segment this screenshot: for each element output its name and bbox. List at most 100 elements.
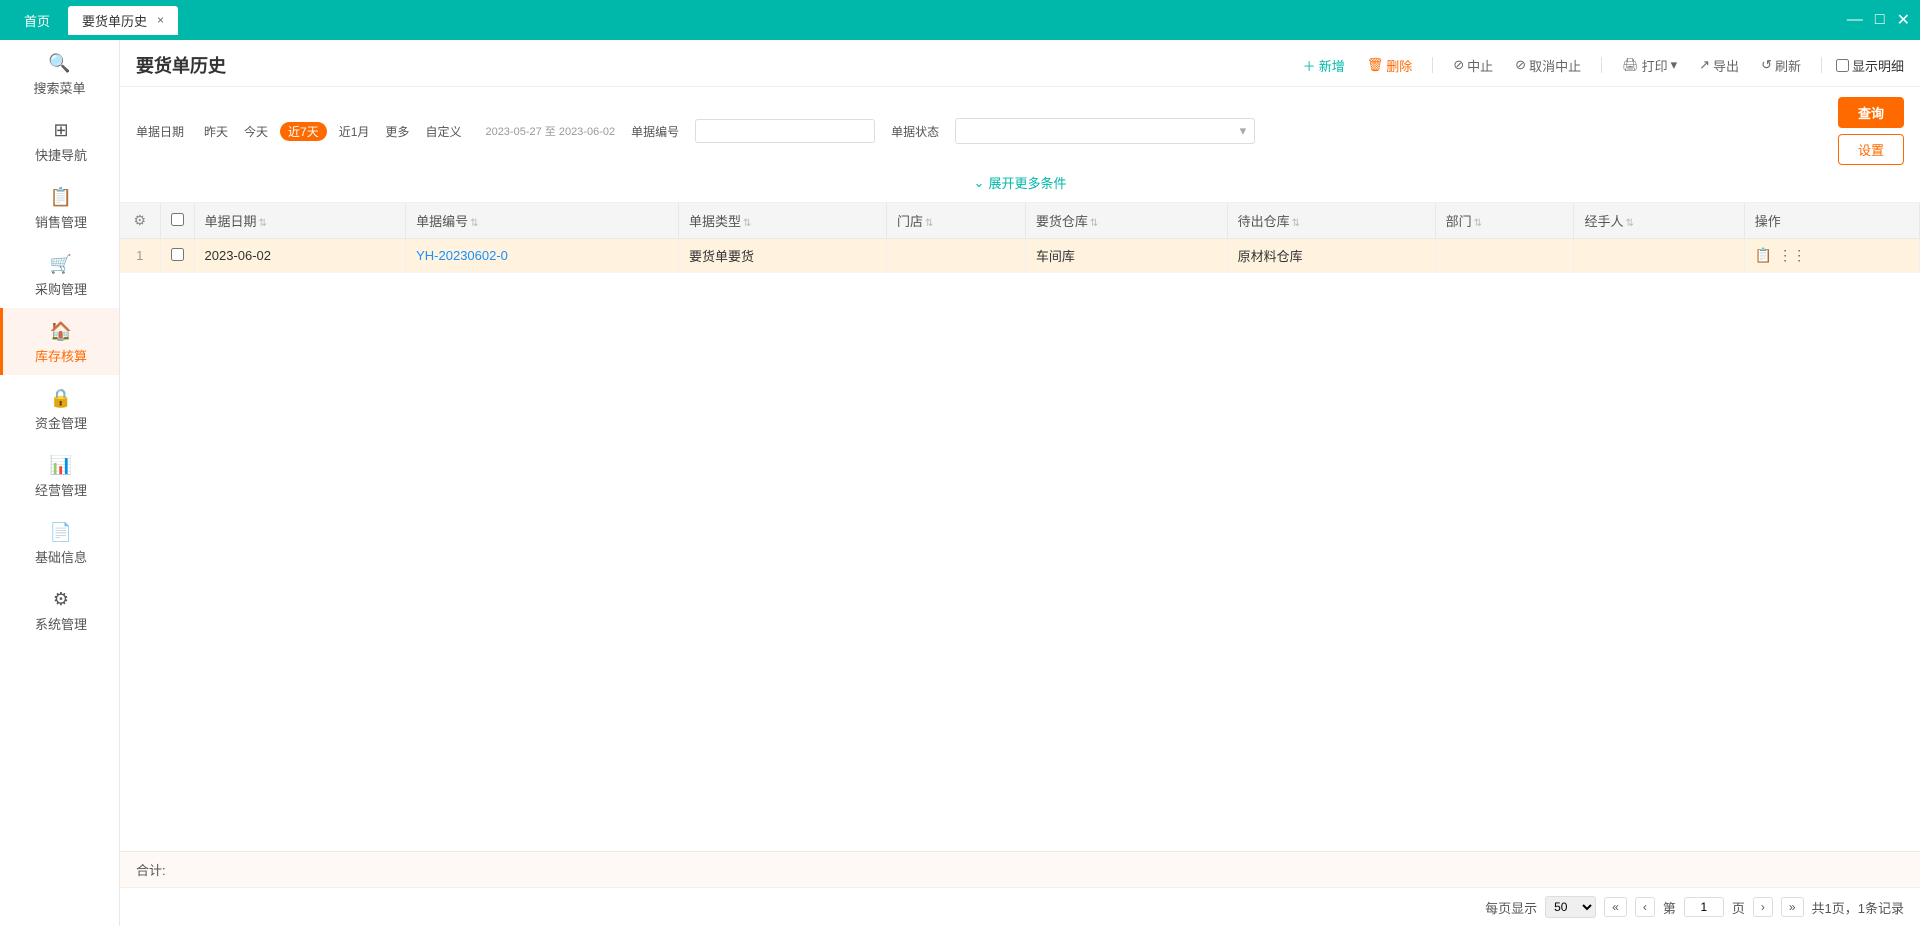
sidebar-item-label: 销售管理 [35, 212, 87, 231]
cell-req-warehouse: 车间库 [1025, 239, 1227, 273]
th-date[interactable]: 单据日期⇅ [194, 203, 406, 239]
export-label: 导出 [1713, 56, 1739, 75]
sidebar-item-label: 基础信息 [35, 547, 87, 566]
row-num: 1 [120, 239, 160, 273]
sidebar-item-basic-info[interactable]: 📄 基础信息 [0, 509, 119, 576]
tab-close-icon[interactable]: × [157, 13, 164, 27]
prev-page-button[interactable]: ‹ [1635, 897, 1655, 917]
sidebar-search[interactable]: 🔍 搜索菜单 [0, 40, 119, 107]
sort-handler-icon: ⇅ [1625, 218, 1633, 229]
status-dropdown-icon: ▾ [1240, 123, 1247, 139]
docno-link[interactable]: YH-20230602-0 [416, 248, 508, 263]
expand-more-conditions[interactable]: ⌄ 展开更多条件 [136, 173, 1904, 192]
date-shortcut-yesterday[interactable]: 昨天 [200, 122, 232, 141]
page-number-input[interactable] [1684, 897, 1724, 917]
table-settings-icon[interactable]: ⚙ [133, 212, 146, 228]
date-shortcut-custom[interactable]: 自定义 [421, 122, 465, 141]
sort-dept-icon: ⇅ [1474, 218, 1482, 229]
date-filter-label: 单据日期 [136, 123, 184, 140]
status-select[interactable]: ▾ [955, 118, 1255, 144]
date-shortcut-more[interactable]: 更多 [381, 122, 413, 141]
stop-button[interactable]: ⊘ 中止 [1447, 53, 1499, 78]
home-tab-label: 首页 [24, 11, 50, 30]
row-checkbox-cell[interactable] [160, 239, 194, 273]
sidebar-item-finance[interactable]: 🔒 资金管理 [0, 375, 119, 442]
sidebar-item-label: 系统管理 [35, 614, 87, 633]
page-unit: 页 [1732, 898, 1745, 917]
next-page-button[interactable]: › [1753, 897, 1773, 917]
th-dept[interactable]: 部门⇅ [1435, 203, 1574, 239]
page-size-select[interactable]: 20 50 100 [1545, 896, 1596, 918]
date-shortcut-today[interactable]: 今天 [240, 122, 272, 141]
minimize-icon[interactable]: — [1847, 11, 1863, 29]
active-tab[interactable]: 要货单历史 × [68, 6, 178, 35]
select-all-checkbox[interactable] [171, 213, 184, 226]
display-detail-label: 显示明细 [1852, 56, 1904, 75]
docno-input[interactable] [695, 119, 875, 143]
date-shortcut-7days[interactable]: 近7天 [280, 122, 327, 141]
sidebar-item-quick-nav[interactable]: ⊞ 快捷导航 [0, 107, 119, 174]
content-area: 要货单历史 ＋ 新增 🗑 删除 ⊘ 中止 ⊘ 取消中止 [120, 40, 1920, 926]
main-layout: 🔍 搜索菜单 ⊞ 快捷导航 📋 销售管理 🛒 采购管理 🏠 库存核算 🔒 资金管… [0, 40, 1920, 926]
sort-docno-icon: ⇅ [470, 218, 478, 229]
delete-button[interactable]: 🗑 删除 [1361, 53, 1419, 78]
docno-filter-label: 单据编号 [631, 123, 679, 140]
refresh-label: 刷新 [1775, 56, 1801, 75]
basic-info-icon: 📄 [50, 523, 72, 541]
cell-handler [1574, 239, 1744, 273]
page-label: 第 [1663, 898, 1676, 917]
export-button[interactable]: ↗ 导出 [1693, 53, 1745, 78]
th-doctype[interactable]: 单据类型⇅ [678, 203, 886, 239]
search-button[interactable]: 查询 [1838, 97, 1904, 128]
date-shortcut-1month[interactable]: 近1月 [335, 122, 374, 141]
sort-req-warehouse-icon: ⇅ [1090, 218, 1098, 229]
close-icon[interactable]: ✕ [1897, 10, 1910, 30]
filter-area: 单据日期 昨天 今天 近7天 近1月 更多 自定义 2023-05-27 至 2… [120, 87, 1920, 203]
cell-docno: YH-20230602-0 [406, 239, 679, 273]
sidebar-item-purchase[interactable]: 🛒 采购管理 [0, 241, 119, 308]
inventory-icon: 🏠 [50, 322, 72, 340]
operations-icon: 📊 [50, 456, 72, 474]
sidebar-item-sales[interactable]: 📋 销售管理 [0, 174, 119, 241]
display-detail-checkbox[interactable] [1836, 59, 1849, 72]
sidebar-item-inventory[interactable]: 🏠 库存核算 [0, 308, 119, 375]
sidebar-item-operations[interactable]: 📊 经营管理 [0, 442, 119, 509]
filter-settings-button[interactable]: 设置 [1838, 134, 1904, 165]
sidebar-item-system[interactable]: ⚙ 系统管理 [0, 576, 119, 643]
th-docno[interactable]: 单据编号⇅ [406, 203, 679, 239]
cancel-stop-button[interactable]: ⊘ 取消中止 [1509, 53, 1587, 78]
refresh-button[interactable]: ↺ 刷新 [1755, 53, 1807, 78]
page-title: 要货单历史 [136, 52, 226, 78]
cancel-stop-label: 取消中止 [1529, 56, 1581, 75]
first-page-button[interactable]: « [1604, 897, 1627, 917]
row-edit-icon[interactable]: 📋 [1755, 247, 1772, 264]
last-page-button[interactable]: » [1781, 897, 1804, 917]
stop-label: 中止 [1467, 56, 1493, 75]
th-store[interactable]: 门店⇅ [886, 203, 1025, 239]
data-table: ⚙ 单据日期⇅ 单据编号⇅ 单据类型⇅ [120, 203, 1920, 273]
row-checkbox[interactable] [171, 248, 184, 261]
window-controls: — □ ✕ [1847, 10, 1910, 30]
th-settings: ⚙ [120, 203, 160, 239]
sort-date-icon: ⇅ [259, 218, 267, 229]
cell-dept [1435, 239, 1574, 273]
display-detail-toggle[interactable]: 显示明细 [1836, 56, 1904, 75]
filter-row-1: 单据日期 昨天 今天 近7天 近1月 更多 自定义 2023-05-27 至 2… [136, 97, 1904, 165]
print-dropdown-icon: ▾ [1671, 57, 1678, 73]
row-delete-icon[interactable]: ⋮⋮ [1778, 247, 1806, 264]
th-pending-warehouse[interactable]: 待出仓库⇅ [1227, 203, 1435, 239]
expand-more-icon: ⌄ [974, 175, 985, 191]
th-req-warehouse[interactable]: 要货仓库⇅ [1025, 203, 1227, 239]
home-tab[interactable]: 首页 [10, 6, 64, 35]
print-button[interactable]: 🖨 打印 ▾ [1616, 53, 1683, 78]
export-icon: ↗ [1699, 57, 1710, 73]
date-shortcuts: 昨天 今天 近7天 近1月 更多 自定义 [200, 122, 465, 141]
maximize-icon[interactable]: □ [1875, 11, 1885, 29]
th-handler[interactable]: 经手人⇅ [1574, 203, 1744, 239]
new-button[interactable]: ＋ 新增 [1297, 53, 1351, 78]
footer-summary: 合计: [120, 851, 1920, 887]
quick-nav-icon: ⊞ [53, 121, 68, 139]
delete-icon: 🗑 [1367, 57, 1384, 73]
toolbar: ＋ 新增 🗑 删除 ⊘ 中止 ⊘ 取消中止 🖨 [1297, 53, 1904, 78]
delete-label: 删除 [1386, 56, 1412, 75]
